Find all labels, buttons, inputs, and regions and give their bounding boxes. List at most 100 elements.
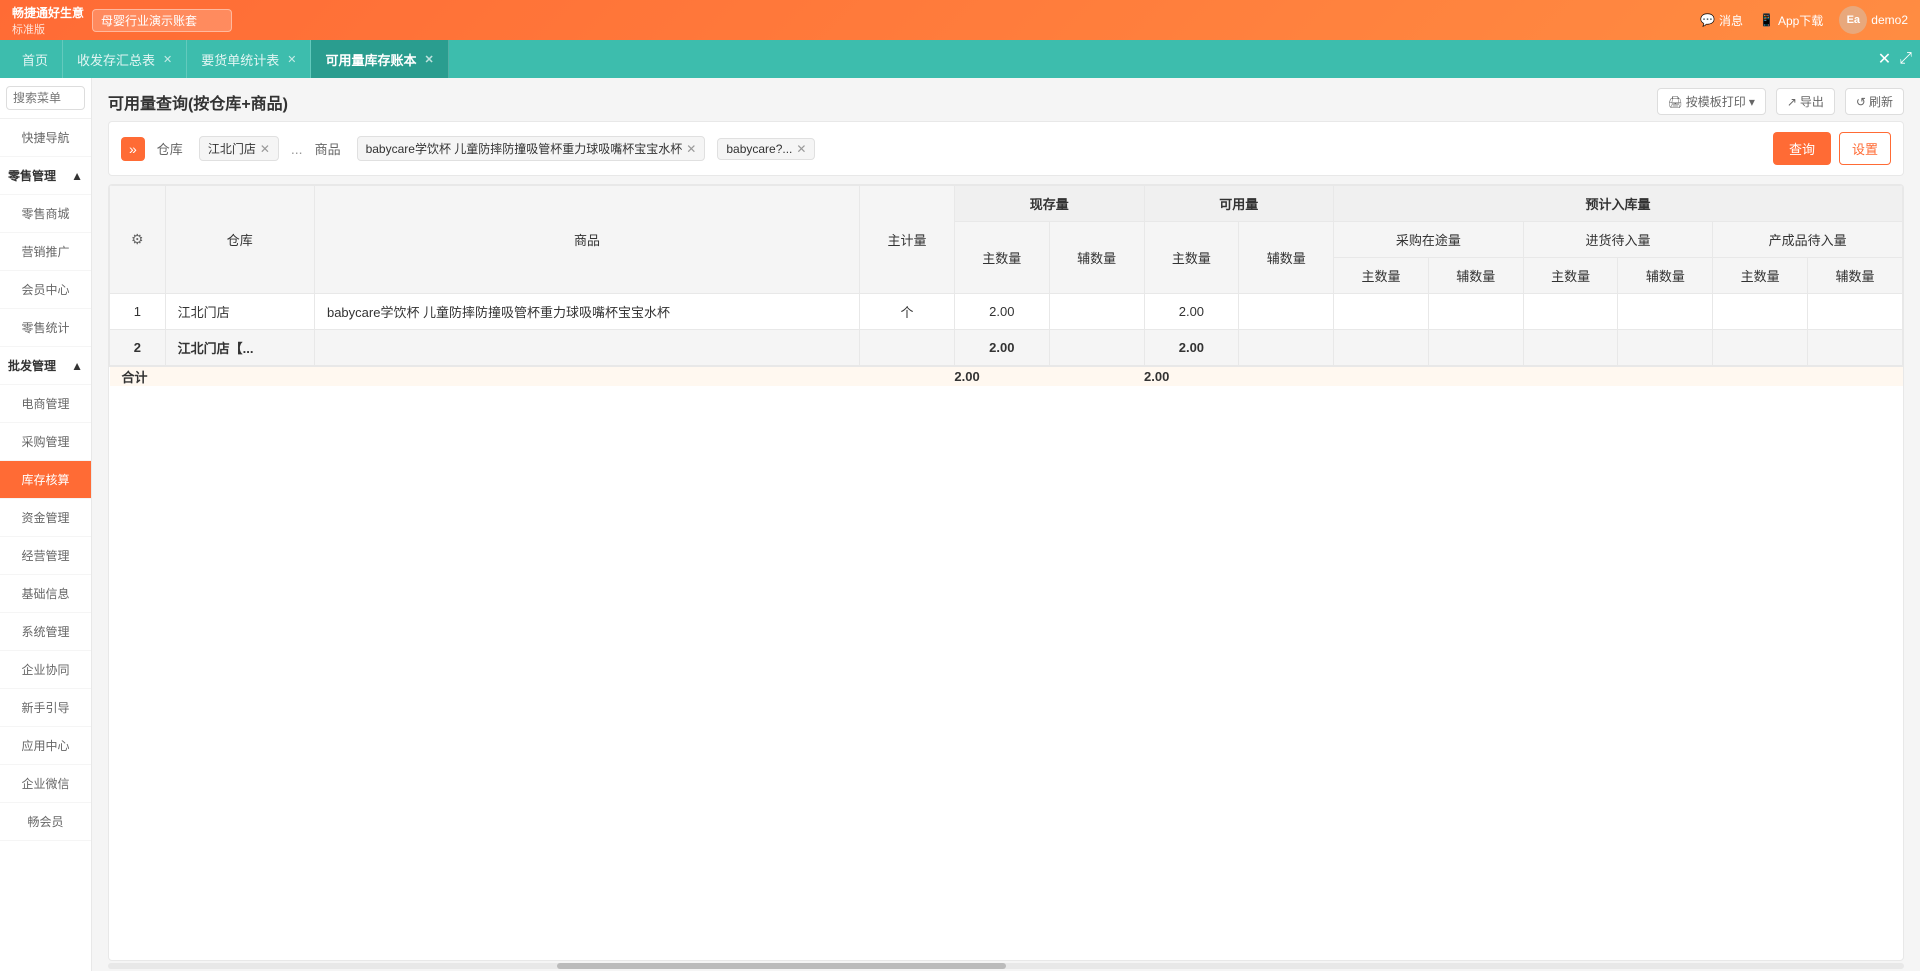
sidebar: 快捷导航 零售管理 ▲ 零售商城 营销推广 会员中心 零售统计 批发管理 ▲ 电… (0, 78, 92, 971)
content-area: 可用量查询(按仓库+商品) 🖨 按模板打印 ▾ ↗ 导出 ↺ 刷新 » (92, 78, 1920, 971)
row1-pp-main (1713, 294, 1808, 330)
footer-avail-aux (1239, 366, 1334, 386)
product-tag2[interactable]: babycare?... ✕ (717, 138, 815, 160)
tab-close-all[interactable]: ✕ (1878, 49, 1891, 69)
sidebar-item-member[interactable]: 畅会员 (0, 803, 91, 841)
sidebar-item-basic-info[interactable]: 基础信息 (0, 575, 91, 613)
page-title: 可用量查询(按仓库+商品) (108, 90, 288, 114)
logo-text: 畅捷通好生意 (12, 4, 84, 21)
row1-unit: 个 (860, 294, 955, 330)
sidebar-item-inventory-mgmt[interactable]: 库存核算 (0, 461, 91, 499)
col-incoming-aux: 辅数量 (1618, 258, 1713, 294)
tab-inventory-close[interactable]: ✕ (425, 53, 434, 66)
product-tag1-remove[interactable]: ✕ (686, 142, 696, 156)
warehouse-label: 仓库 (157, 139, 183, 158)
tab-home[interactable]: 首页 (8, 40, 63, 78)
tab-receivable[interactable]: 收发存汇总表 ✕ (63, 40, 187, 78)
sidebar-item-sys-mgmt[interactable]: 系统管理 (0, 613, 91, 651)
col-incoming-pending: 进货待入量 (1523, 222, 1713, 258)
refresh-icon: ↺ (1856, 95, 1866, 109)
footer-pp-aux (1808, 366, 1903, 386)
col-current-main: 主数量 (954, 222, 1049, 294)
sidebar-item-enterprise-collab[interactable]: 企业协同 (0, 651, 91, 689)
setting-button[interactable]: 设置 (1839, 132, 1891, 165)
sidebar-item-wholesale-mgmt[interactable]: 批发管理 ▲ (0, 347, 91, 385)
print-btn[interactable]: 🖨 按模板打印 ▾ (1657, 88, 1766, 115)
col-gear[interactable]: ⚙ (110, 186, 166, 294)
row2-pt-main (1334, 330, 1429, 367)
product-tag2-remove[interactable]: ✕ (796, 142, 806, 156)
tab-bar: 首页 收发存汇总表 ✕ 要货单统计表 ✕ 可用量库存账本 ✕ ✕ ⤢ (0, 40, 1920, 78)
row1-current-aux (1049, 294, 1144, 330)
user-profile[interactable]: Ea demo2 (1839, 6, 1908, 34)
tab-order[interactable]: 要货单统计表 ✕ (187, 40, 311, 78)
sidebar-item-ops-mgmt[interactable]: 经营管理 (0, 537, 91, 575)
row2-warehouse: 江北门店【... (165, 330, 314, 367)
sidebar-item-new-guide[interactable]: 新手引导 (0, 689, 91, 727)
row2-pp-aux (1808, 330, 1903, 367)
tab-order-close[interactable]: ✕ (287, 53, 296, 66)
sidebar-item-retail-store[interactable]: 零售商城 (0, 195, 91, 233)
sidebar-item-marketing[interactable]: 营销推广 (0, 233, 91, 271)
tab-inventory[interactable]: 可用量库存账本 ✕ (311, 40, 448, 78)
footer-pp-main (1713, 366, 1808, 386)
col-warehouse: 仓库 (165, 186, 314, 294)
print-icon: 🖨 (1668, 95, 1683, 109)
top-header: 畅捷通好生意 标准版 母婴行业演示账套 💬 消息 📱 App下载 Ea demo… (0, 0, 1920, 40)
search-input[interactable] (6, 86, 85, 110)
filter-toggle-btn[interactable]: » (121, 137, 145, 161)
table-row: 1 江北门店 babycare学饮杯 儿童防摔防撞吸管杯重力球吸嘴杯宝宝水杯 个… (110, 294, 1903, 330)
row2-current-aux (1049, 330, 1144, 367)
inventory-table: ⚙ 仓库 商品 主计量 现存量 可用量 预计入库量 主数量 辅数量 主数量 辅数… (109, 185, 1903, 386)
table-row: 2 江北门店【... 2.00 2.00 (110, 330, 1903, 367)
refresh-btn[interactable]: ↺ 刷新 (1845, 88, 1904, 115)
tab-order-label: 要货单统计表 (201, 50, 279, 69)
query-button[interactable]: 查询 (1773, 132, 1831, 165)
download-icon: 📱 (1759, 13, 1774, 27)
sidebar-item-quick-nav[interactable]: 快捷导航 (0, 119, 91, 157)
col-product-main: 主数量 (1713, 258, 1808, 294)
product-tag1[interactable]: babycare学饮杯 儿童防摔防撞吸管杯重力球吸嘴杯宝宝水杯 ✕ (357, 136, 706, 161)
row1-warehouse: 江北门店 (165, 294, 314, 330)
row1-ip-aux (1618, 294, 1713, 330)
row2-pp-main (1713, 330, 1808, 367)
row2-ip-main (1523, 330, 1618, 367)
footer-pt-main (1334, 366, 1429, 386)
app-download-btn[interactable]: 📱 App下载 (1759, 12, 1823, 29)
print-dropdown-icon: ▾ (1749, 95, 1755, 109)
col-product: 商品 (314, 186, 859, 294)
col-purchase-transit: 采购在途量 (1334, 222, 1524, 258)
sidebar-item-app-center[interactable]: 应用中心 (0, 727, 91, 765)
scroll-indicator[interactable] (108, 963, 1904, 969)
logo-sub: 标准版 (12, 21, 84, 37)
warehouse-tag-remove[interactable]: ✕ (260, 142, 270, 156)
col-avail-aux: 辅数量 (1239, 222, 1334, 294)
row2-ip-aux (1618, 330, 1713, 367)
tab-receivable-close[interactable]: ✕ (163, 53, 172, 66)
row2-avail-aux (1239, 330, 1334, 367)
col-product-pending: 产成品待入量 (1713, 222, 1903, 258)
chevron-icon: ▲ (71, 169, 83, 183)
message-btn[interactable]: 💬 消息 (1700, 12, 1743, 29)
row1-ip-main (1523, 294, 1618, 330)
sidebar-item-ecom-mgmt[interactable]: 电商管理 (0, 385, 91, 423)
row1-pt-main (1334, 294, 1429, 330)
export-btn[interactable]: ↗ 导出 (1776, 88, 1835, 115)
sidebar-item-finance-mgmt[interactable]: 资金管理 (0, 499, 91, 537)
sidebar-item-member-center[interactable]: 会员中心 (0, 271, 91, 309)
row1-pt-aux (1428, 294, 1523, 330)
sidebar-item-enterprise-wechat[interactable]: 企业微信 (0, 765, 91, 803)
sidebar-item-purchase-mgmt[interactable]: 采购管理 (0, 423, 91, 461)
footer-pt-aux (1428, 366, 1523, 386)
sidebar-item-retail-mgmt[interactable]: 零售管理 ▲ (0, 157, 91, 195)
row2-unit (860, 330, 955, 367)
tab-expand[interactable]: ⤢ (1899, 50, 1912, 68)
table-container[interactable]: ⚙ 仓库 商品 主计量 现存量 可用量 预计入库量 主数量 辅数量 主数量 辅数… (108, 184, 1904, 961)
row2-index: 2 (110, 330, 166, 367)
col-main-unit: 主计量 (860, 186, 955, 294)
account-dropdown[interactable]: 母婴行业演示账套 (92, 9, 232, 32)
warehouse-more[interactable]: ... (291, 141, 303, 157)
sidebar-item-retail-stats[interactable]: 零售统计 (0, 309, 91, 347)
footer-label: 合计 (110, 366, 955, 386)
warehouse-tag[interactable]: 江北门店 ✕ (199, 136, 279, 161)
